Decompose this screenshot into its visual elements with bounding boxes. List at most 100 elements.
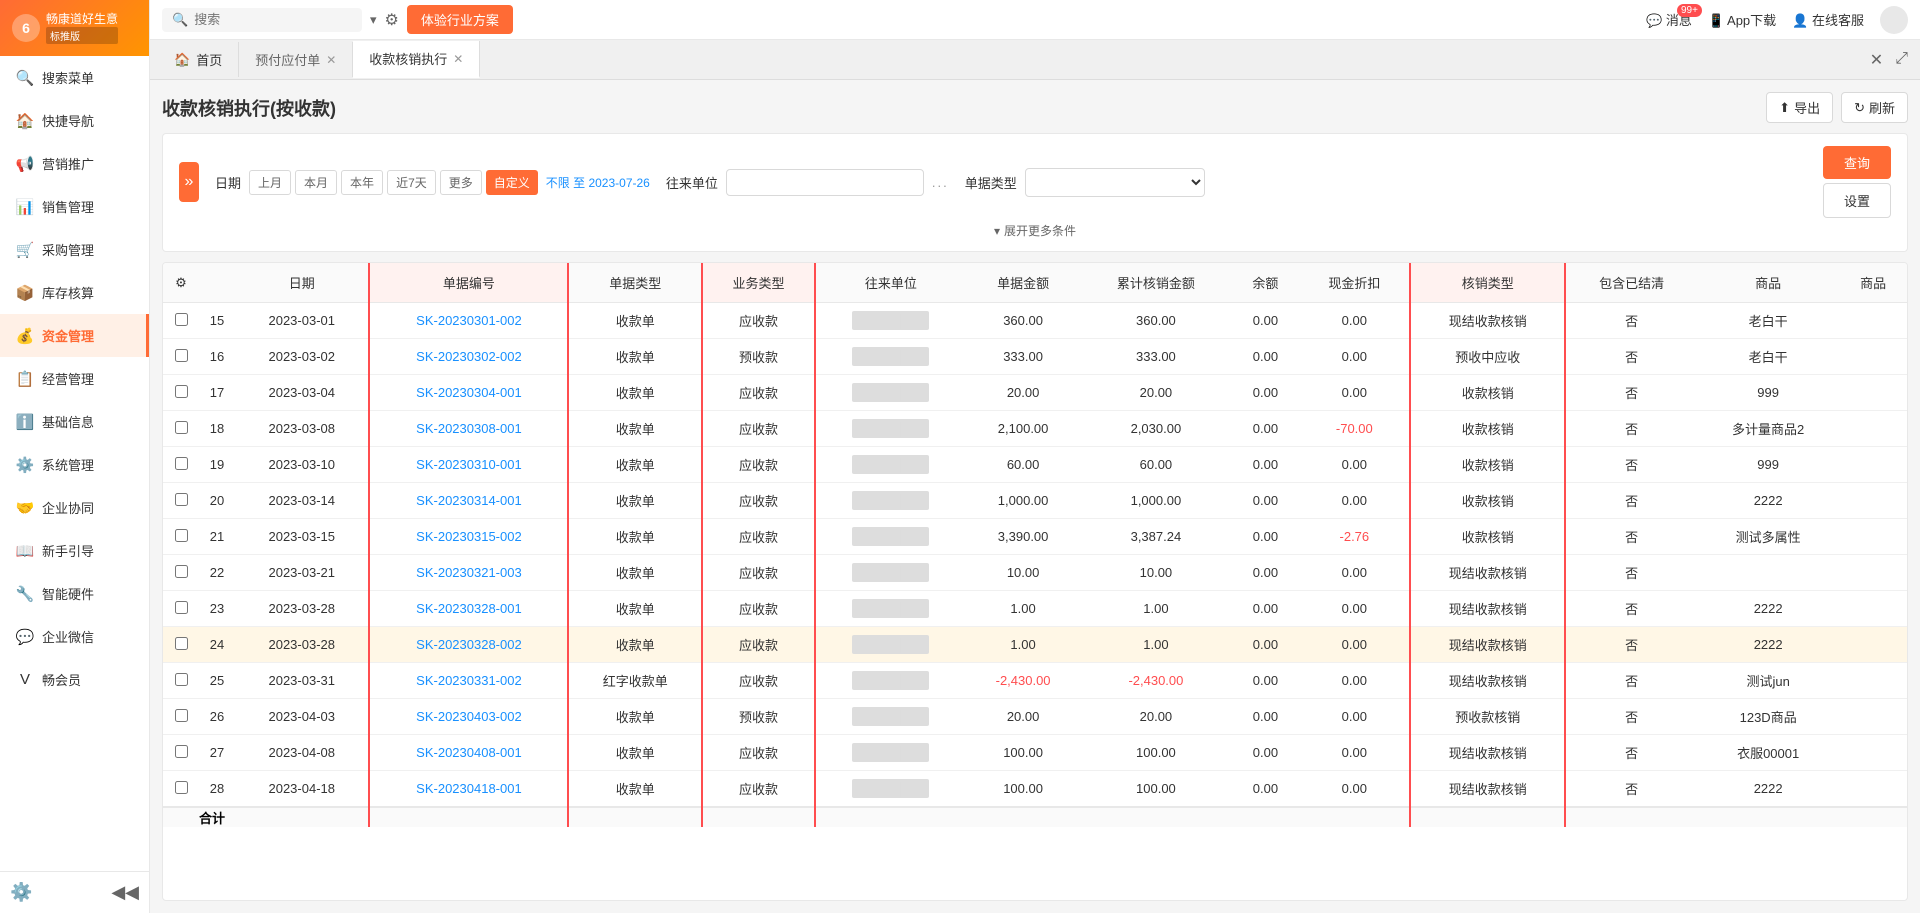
col-header-cancel-type: 核销类型 [1410,263,1565,303]
cell-checkbox[interactable] [163,411,199,447]
topbar-search-input[interactable] [194,12,334,27]
cell-goods: 2222 [1697,771,1839,808]
cell-checkbox[interactable] [163,303,199,339]
message-icon: 💬 [1646,13,1662,28]
sidebar-item-guide[interactable]: 📖 新手引导 [0,529,149,572]
cell-checkbox[interactable] [163,483,199,519]
gear-icon[interactable]: ⚙ [175,275,187,290]
bill-no-link[interactable]: SK-20230301-002 [416,313,522,328]
bill-no-link[interactable]: SK-20230331-002 [416,673,522,688]
topbar-solution-btn[interactable]: 体验行业方案 [407,5,513,34]
tab-home[interactable]: 🏠 首页 [158,42,239,77]
sidebar-bottom: ⚙️ ◀◀ [0,871,149,913]
cell-bill-type: 收款单 [568,339,702,375]
cell-checkbox[interactable] [163,663,199,699]
bill-no-link[interactable]: SK-20230408-001 [416,745,522,760]
bill-no-link[interactable]: SK-20230418-001 [416,781,522,796]
cell-checkbox[interactable] [163,591,199,627]
cell-goods: 999 [1697,375,1839,411]
tab-close-all-icon[interactable]: ✕ [1866,46,1887,74]
export-button[interactable]: ⬆ 导出 [1766,92,1833,123]
table-row: 22 2023-03-21 SK-20230321-003 收款单 应收款 ██… [163,555,1907,591]
cell-bill-no: SK-20230315-002 [369,519,568,555]
bill-no-link[interactable]: SK-20230328-001 [416,601,522,616]
sidebar-item-finance[interactable]: 💰 资金管理 [0,314,149,357]
date-btn-this-month[interactable]: 本月 [295,170,337,195]
bill-no-link[interactable]: SK-20230314-001 [416,493,522,508]
cell-checkbox[interactable] [163,447,199,483]
sidebar-collapse-icon[interactable]: ◀◀ [111,882,139,903]
col-header-gear[interactable]: ⚙ [163,263,199,303]
sidebar-item-label: 采购管理 [42,240,94,259]
cell-cash-discount: 0.00 [1299,699,1410,735]
filter-partner-group: 往来单位 ... [666,169,949,196]
topbar-search-icon: 🔍 [172,12,188,28]
topbar-user-avatar[interactable] [1880,6,1908,34]
cell-checkbox[interactable] [163,519,199,555]
sidebar-item-shortcuts[interactable]: 🏠 快捷导航 [0,99,149,142]
sidebar-settings-icon[interactable]: ⚙️ [10,882,32,903]
topbar-app-download[interactable]: 📱 App下载 [1708,10,1776,29]
bill-no-link[interactable]: SK-20230304-001 [416,385,522,400]
bill-no-link[interactable]: SK-20230310-001 [416,457,522,472]
sidebar-item-inventory[interactable]: 📦 库存核算 [0,271,149,314]
bill-no-link[interactable]: SK-20230403-002 [416,709,522,724]
tab-collection-cancel-close[interactable]: ✕ [453,52,463,66]
sidebar-item-operations[interactable]: 📋 经营管理 [0,357,149,400]
sidebar-item-purchase[interactable]: 🛒 采购管理 [0,228,149,271]
topbar-online-service[interactable]: 👤 在线客服 [1792,10,1864,29]
bill-no-link[interactable]: SK-20230315-002 [416,529,522,544]
bill-no-link[interactable]: SK-20230328-002 [416,637,522,652]
cell-index: 23 [199,591,235,627]
expand-more-button[interactable]: ▾ 展开更多条件 [994,222,1076,239]
cell-index: 22 [199,555,235,591]
bill-type-select[interactable] [1025,168,1205,197]
cell-checkbox[interactable] [163,339,199,375]
cell-include-settled: 否 [1565,663,1697,699]
data-table: ⚙ 日期 单据编号 单据类型 业务类型 往来单位 单据金额 累计核销金额 余额 … [163,263,1907,827]
page-actions: ⬆ 导出 ↻ 刷新 [1766,92,1908,123]
sidebar-item-search[interactable]: 🔍 搜索菜单 [0,56,149,99]
cell-checkbox[interactable] [163,771,199,808]
topbar-gear-icon[interactable]: ⚙ [385,10,399,30]
filter-settings-button[interactable]: 设置 [1823,183,1891,218]
cell-checkbox[interactable] [163,735,199,771]
cell-checkbox[interactable] [163,699,199,735]
tab-collection-cancel[interactable]: 收款核销执行 ✕ [353,41,480,78]
system-icon: ⚙️ [16,456,34,474]
bill-no-link[interactable]: SK-20230308-001 [416,421,522,436]
cell-bill-type: 收款单 [568,591,702,627]
date-btn-more[interactable]: 更多 [440,170,482,195]
sidebar-item-sales[interactable]: 📊 销售管理 [0,185,149,228]
cell-checkbox[interactable] [163,555,199,591]
date-btn-last-month[interactable]: 上月 [249,170,291,195]
sidebar-item-enterprise[interactable]: 🤝 企业协同 [0,486,149,529]
sidebar-item-basic[interactable]: ℹ️ 基础信息 [0,400,149,443]
tab-expand-icon[interactable]: ⤢ [1891,46,1912,74]
cell-biz-type: 应收款 [702,591,815,627]
bill-no-link[interactable]: SK-20230302-002 [416,349,522,364]
cell-biz-type: 应收款 [702,555,815,591]
filter-collapse-btn[interactable]: » [179,162,199,202]
tab-pre-payment[interactable]: 预付应付单 ✕ [239,42,353,77]
inventory-icon: 📦 [16,284,34,302]
date-btn-custom[interactable]: 自定义 [486,170,538,195]
topbar-dropdown-icon[interactable]: ▾ [370,12,377,28]
topbar-search-box[interactable]: 🔍 [162,8,362,32]
tab-pre-payment-close[interactable]: ✕ [326,53,336,67]
cell-include-settled: 否 [1565,771,1697,808]
partner-input[interactable] [726,169,924,196]
sidebar-item-marketing[interactable]: 📢 营销推广 [0,142,149,185]
bill-no-link[interactable]: SK-20230321-003 [416,565,522,580]
query-button[interactable]: 查询 [1823,146,1891,179]
sidebar-item-member[interactable]: V 畅会员 [0,658,149,701]
cell-checkbox[interactable] [163,375,199,411]
topbar-messages[interactable]: 💬 消息 99+ [1646,10,1692,29]
sidebar-item-hardware[interactable]: 🔧 智能硬件 [0,572,149,615]
sidebar-item-wechat[interactable]: 💬 企业微信 [0,615,149,658]
refresh-button[interactable]: ↻ 刷新 [1841,92,1908,123]
cell-checkbox[interactable] [163,627,199,663]
date-btn-this-year[interactable]: 本年 [341,170,383,195]
date-btn-7days[interactable]: 近7天 [387,170,436,195]
sidebar-item-system[interactable]: ⚙️ 系统管理 [0,443,149,486]
